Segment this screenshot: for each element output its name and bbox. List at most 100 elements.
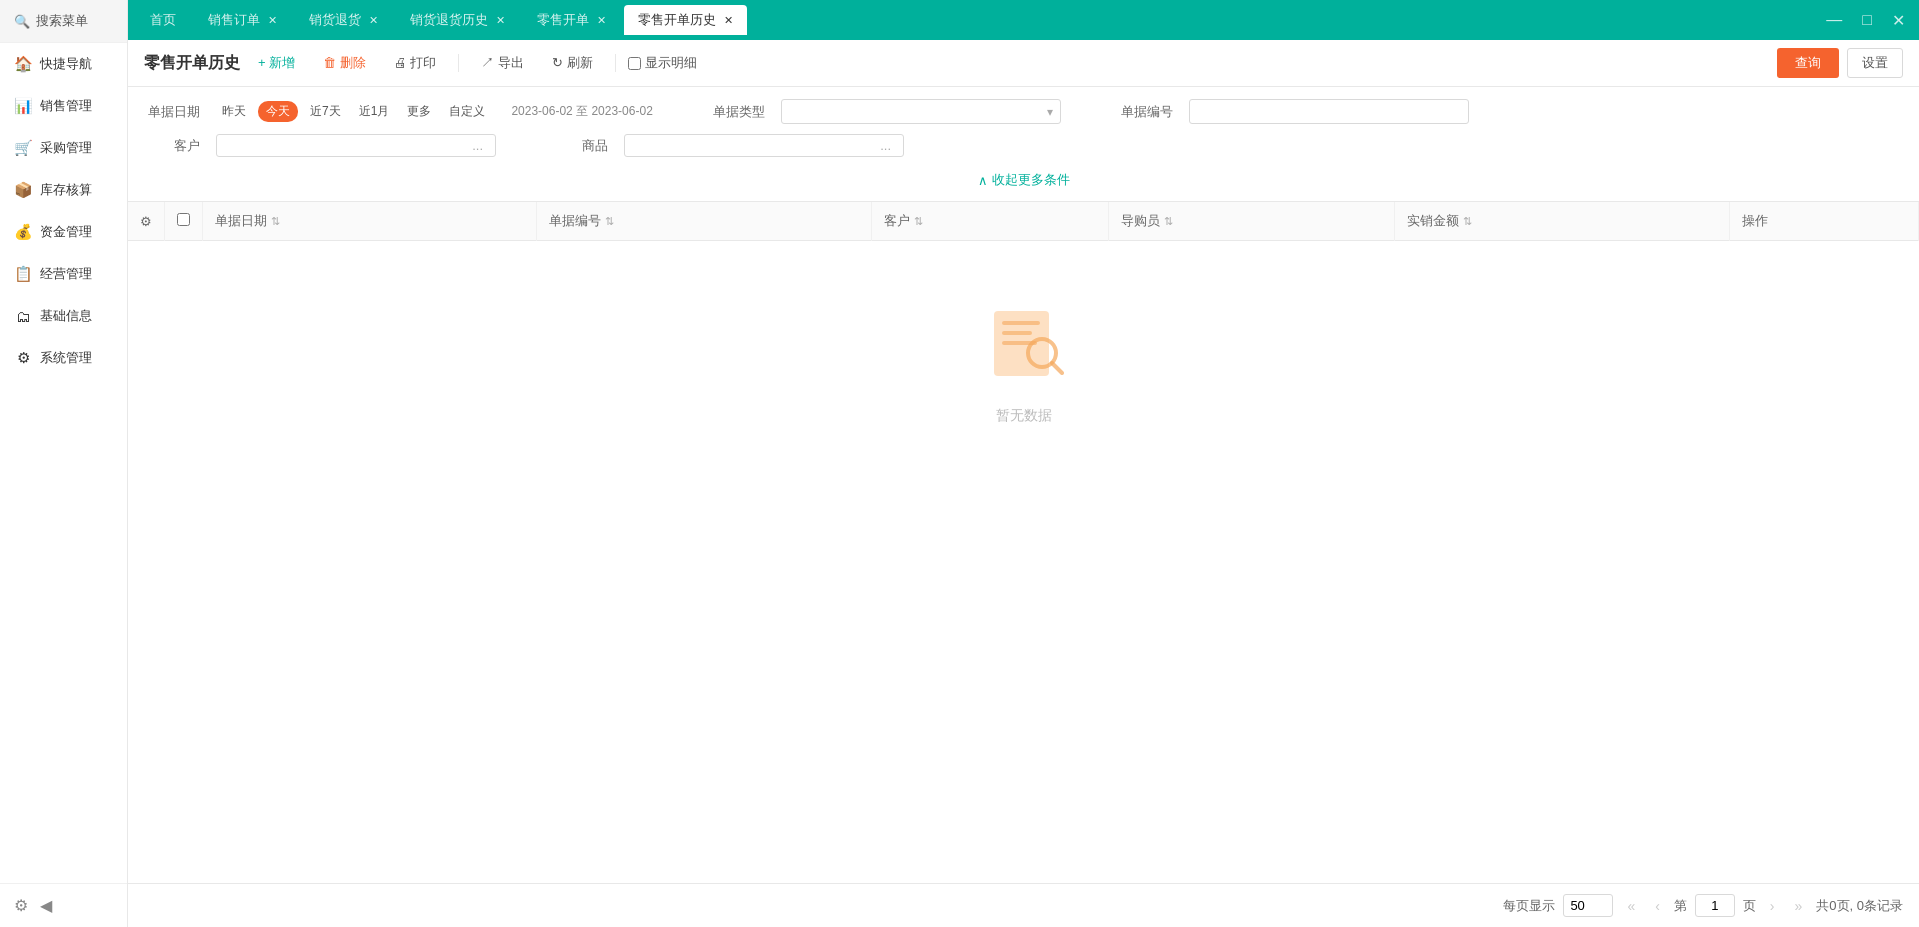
col-header-date[interactable]: 单据日期⇅ [203,202,537,241]
last-page-button[interactable]: » [1789,896,1809,916]
goods-dots[interactable]: ... [876,138,895,153]
date-opt-4[interactable]: 更多 [401,101,437,122]
sidebar-settings-icon[interactable]: ⚙ [14,896,28,915]
filter-area: 单据日期 昨天今天近7天近1月更多自定义 2023-06-02 至 2023-0… [128,87,1919,202]
col-header-salesperson[interactable]: 导购员⇅ [1109,202,1395,241]
tab-home[interactable]: 首页 [136,5,190,35]
filter-row-2: 客户 ... 商品 ... [144,134,1903,157]
nav-icon-quick-nav: 🏠 [14,55,32,73]
empty-illustration [974,301,1074,391]
col-header-check [165,202,203,241]
svg-rect-2 [1002,331,1032,335]
sidebar-collapse-icon[interactable]: ◀ [40,896,52,915]
table-header-row: ⚙单据日期⇅单据编号⇅客户⇅导购员⇅实销金额⇅操作 [128,202,1919,241]
sidebar-item-ops-mgmt[interactable]: 📋 经营管理 [0,253,127,295]
date-opt-5[interactable]: 自定义 [443,101,491,122]
nav-label-sys-mgmt: 系统管理 [40,349,92,367]
sort-icon-salesperson: ⇅ [1164,215,1173,227]
doc-type-select[interactable] [781,99,1061,124]
sidebar-search[interactable]: 🔍 搜索菜单 [0,0,127,43]
col-header-gear: ⚙ [128,202,165,241]
show-detail-checkbox[interactable] [628,57,641,70]
sidebar-nav: 🏠 快捷导航 📊销售管理 🛒 采购管理 📦库存核算💰资金管理 📋 经营管理 🗂基础信息⚙系统管理 [0,43,127,379]
date-opt-3[interactable]: 近1月 [353,101,396,122]
sidebar-search-label: 搜索菜单 [36,12,88,30]
goods-label: 商品 [552,137,608,155]
sidebar-item-sys-mgmt[interactable]: ⚙系统管理 [0,337,127,379]
filter-row-1: 单据日期 昨天今天近7天近1月更多自定义 2023-06-02 至 2023-0… [144,99,1903,124]
total-info: 共0页, 0条记录 [1816,897,1903,915]
next-page-button[interactable]: › [1764,896,1781,916]
tab-close-retail-open-hist[interactable]: ✕ [724,14,733,27]
col-header-no[interactable]: 单据编号⇅ [537,202,871,241]
sidebar-item-finance[interactable]: 💰资金管理 [0,211,127,253]
maximize-button[interactable]: □ [1856,9,1878,31]
goods-input[interactable] [633,138,876,153]
date-label: 单据日期 [144,103,200,121]
sidebar-bottom: ⚙ ◀ [0,883,127,927]
collapse-label: 收起更多条件 [992,171,1070,189]
tab-label-retail-open-hist: 零售开单历史 [638,11,716,29]
print-button[interactable]: 🖨 打印 [384,49,447,77]
collapse-row[interactable]: ∧ 收起更多条件 [144,167,1903,193]
customer-dots[interactable]: ... [468,138,487,153]
customer-input[interactable] [225,138,468,153]
tab-close-sales-return[interactable]: ✕ [369,14,378,27]
date-options: 昨天今天近7天近1月更多自定义 [216,101,491,122]
tab-sales-return-hist[interactable]: 销货退货历史✕ [396,5,519,35]
per-page-select[interactable]: 2050100200 [1563,894,1613,917]
tab-close-sales-return-hist[interactable]: ✕ [496,14,505,27]
first-page-button[interactable]: « [1621,896,1641,916]
tab-close-retail-open[interactable]: ✕ [597,14,606,27]
sidebar-item-inventory[interactable]: 📦库存核算 [0,169,127,211]
query-button[interactable]: 查询 [1777,48,1839,78]
page-title: 零售开单历史 [144,53,240,74]
tab-label-retail-open: 零售开单 [537,11,589,29]
gear-icon[interactable]: ⚙ [140,214,152,229]
close-button[interactable]: ✕ [1886,9,1911,32]
tab-retail-open-hist[interactable]: 零售开单历史 ✕ [624,5,747,35]
page-input[interactable] [1695,894,1735,917]
tab-retail-open[interactable]: 零售开单 ✕ [523,5,620,35]
content-area: ⚙单据日期⇅单据编号⇅客户⇅导购员⇅实销金额⇅操作 [128,202,1919,927]
doc-no-input[interactable] [1189,99,1469,124]
nav-icon-base-info: 🗂 [14,308,32,325]
nav-label-quick-nav: 快捷导航 [40,55,92,73]
date-opt-2[interactable]: 近7天 [304,101,347,122]
select-all-checkbox[interactable] [177,213,190,226]
page-label: 第 [1674,897,1687,915]
tab-sales-order[interactable]: 销售订单 ✕ [194,5,291,35]
tab-bar-right: — □ ✕ [1820,9,1911,32]
col-header-customer[interactable]: 客户⇅ [871,202,1109,241]
tab-label-sales-order: 销售订单 [208,11,260,29]
tab-close-sales-order[interactable]: ✕ [268,14,277,27]
nav-icon-ops-mgmt: 📋 [14,265,32,283]
sort-icon-date: ⇅ [271,215,280,227]
sidebar-item-base-info[interactable]: 🗂基础信息 [0,295,127,337]
col-header-amount[interactable]: 实销金额⇅ [1395,202,1729,241]
minimize-button[interactable]: — [1820,9,1848,31]
sidebar: 🔍 搜索菜单 🏠 快捷导航 📊销售管理 🛒 采购管理 📦库存核算💰资金管理 📋 经营管理 🗂基础… [0,0,128,927]
nav-label-ops-mgmt: 经营管理 [40,265,92,283]
tab-sales-return[interactable]: 销货退货 ✕ [295,5,392,35]
show-detail-toggle[interactable]: 显示明细 [628,54,697,72]
setting-button[interactable]: 设置 [1847,48,1903,78]
tab-label-sales-return: 销货退货 [309,11,361,29]
prev-page-button[interactable]: ‹ [1649,896,1666,916]
sidebar-item-purchase-mgmt[interactable]: 🛒 采购管理 [0,127,127,169]
sidebar-item-quick-nav[interactable]: 🏠 快捷导航 [0,43,127,85]
refresh-button[interactable]: ↻ 刷新 [542,49,603,77]
pagination-bar: 每页显示 2050100200 « ‹ 第 页 › » 共0页, 0条记录 [128,883,1919,927]
date-opt-0[interactable]: 昨天 [216,101,252,122]
tab-bar: 首页销售订单✕销货退货✕销货退货历史✕零售开单✕零售开单历史✕ — □ ✕ [128,0,1919,40]
nav-label-purchase-mgmt: 采购管理 [40,139,92,157]
nav-icon-purchase-mgmt: 🛒 [14,139,32,157]
export-button[interactable]: ↗ 导出 [471,49,534,77]
date-opt-1[interactable]: 今天 [258,101,298,122]
page-of: 页 [1743,897,1756,915]
per-page-label: 每页显示 [1503,897,1555,915]
add-button[interactable]: + 新增 [248,49,305,77]
delete-button[interactable]: 🗑 删除 [313,49,376,77]
table-wrap: ⚙单据日期⇅单据编号⇅客户⇅导购员⇅实销金额⇅操作 [128,202,1919,883]
sidebar-item-sales-mgmt[interactable]: 📊销售管理 [0,85,127,127]
